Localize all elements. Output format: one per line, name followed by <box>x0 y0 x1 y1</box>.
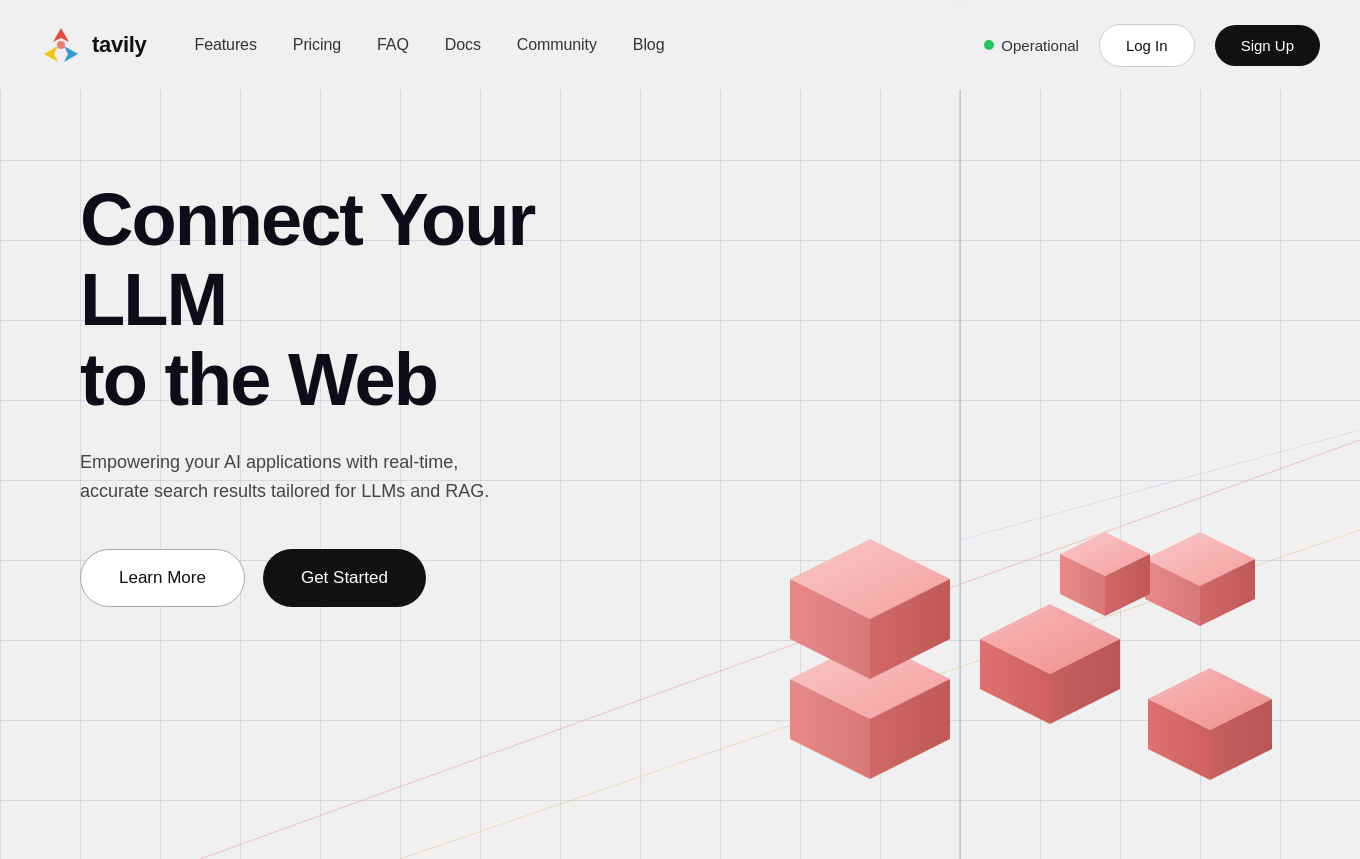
hero-buttons: Learn More Get Started <box>80 549 660 607</box>
learn-more-button[interactable]: Learn More <box>80 549 245 607</box>
svg-point-25 <box>57 41 65 49</box>
svg-marker-22 <box>53 28 69 42</box>
hero-subtitle: Empowering your AI applications with rea… <box>80 448 510 506</box>
nav-link-pricing[interactable]: Pricing <box>293 36 341 53</box>
signup-button[interactable]: Sign Up <box>1215 25 1320 66</box>
nav-links: Features Pricing FAQ Docs Community Blog <box>194 36 664 54</box>
hero-section: Connect Your LLM to the Web Empowering y… <box>0 90 660 607</box>
nav-link-blog[interactable]: Blog <box>633 36 665 53</box>
svg-marker-24 <box>64 46 78 62</box>
nav-link-features[interactable]: Features <box>194 36 256 53</box>
logo-link[interactable]: tavily <box>40 24 146 66</box>
nav-link-community[interactable]: Community <box>517 36 597 53</box>
logo-text: tavily <box>92 32 146 58</box>
status-dot <box>984 40 994 50</box>
nav-link-faq[interactable]: FAQ <box>377 36 409 53</box>
login-button[interactable]: Log In <box>1099 24 1195 67</box>
nav-left: tavily Features Pricing FAQ Docs Communi… <box>40 24 664 66</box>
nav-link-docs[interactable]: Docs <box>445 36 481 53</box>
get-started-button[interactable]: Get Started <box>263 549 426 607</box>
hero-title: Connect Your LLM to the Web <box>80 180 660 420</box>
status-badge: Operational <box>984 37 1079 54</box>
status-label: Operational <box>1001 37 1079 54</box>
svg-marker-23 <box>44 46 58 62</box>
navbar: tavily Features Pricing FAQ Docs Communi… <box>0 0 1360 90</box>
nav-right: Operational Log In Sign Up <box>984 24 1320 67</box>
logo-icon <box>40 24 82 66</box>
